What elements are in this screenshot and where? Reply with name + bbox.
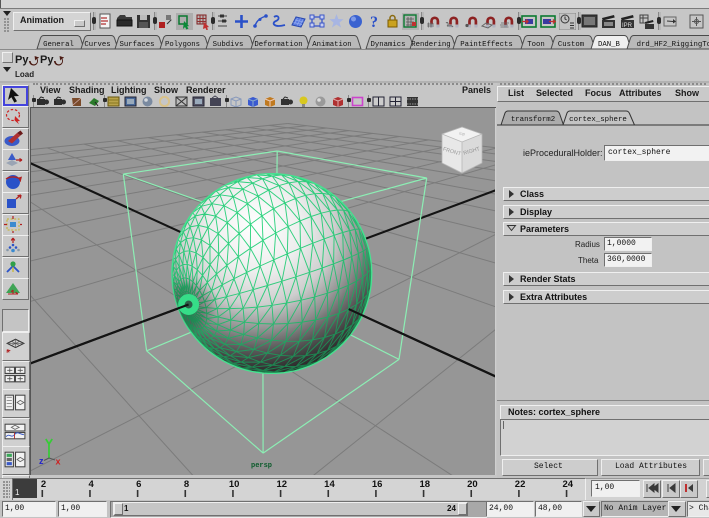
svg-text:Polygons: Polygons [165,41,200,49]
svg-text:Dynamics: Dynamics [370,41,405,49]
svg-text:DAN_B: DAN_B [598,41,621,49]
svg-text:x: x [56,457,61,466]
svg-text:18: 18 [419,479,430,490]
svg-text:2: 2 [41,479,46,490]
svg-text:14: 14 [324,479,335,490]
svg-text:PaintEffects: PaintEffects [460,41,513,49]
svg-text:drd_HF2_RiggingToo: drd_HF2_RiggingToo [637,41,709,49]
svg-text:8: 8 [184,479,189,490]
svg-text:10: 10 [229,479,240,490]
svg-text:General: General [43,41,74,49]
svg-text:Animation: Animation [312,41,351,49]
svg-text:Curves: Curves [84,41,110,49]
svg-text:6: 6 [136,479,141,490]
svg-text:?: ? [370,14,378,30]
svg-text:20: 20 [467,479,478,490]
svg-text:transform2: transform2 [511,116,555,124]
svg-text:IPR: IPR [622,23,633,29]
svg-text:Custom: Custom [558,41,584,49]
svg-text:24: 24 [562,479,573,490]
svg-text:Surfaces: Surfaces [119,41,154,49]
svg-text:Py: Py [40,54,54,66]
svg-text:4: 4 [89,479,95,490]
svg-text:z: z [39,456,44,465]
svg-text:Py: Py [15,54,29,66]
svg-text:Rendering: Rendering [411,41,450,49]
svg-text:22: 22 [515,479,526,490]
svg-text:12: 12 [277,479,288,490]
svg-text:cortex_sphere: cortex_sphere [569,116,627,124]
svg-text:Subdivs: Subdivs [213,41,244,49]
svg-text:16: 16 [372,479,383,490]
svg-text:Deformation: Deformation [254,41,302,49]
svg-text:Toon: Toon [527,41,545,49]
